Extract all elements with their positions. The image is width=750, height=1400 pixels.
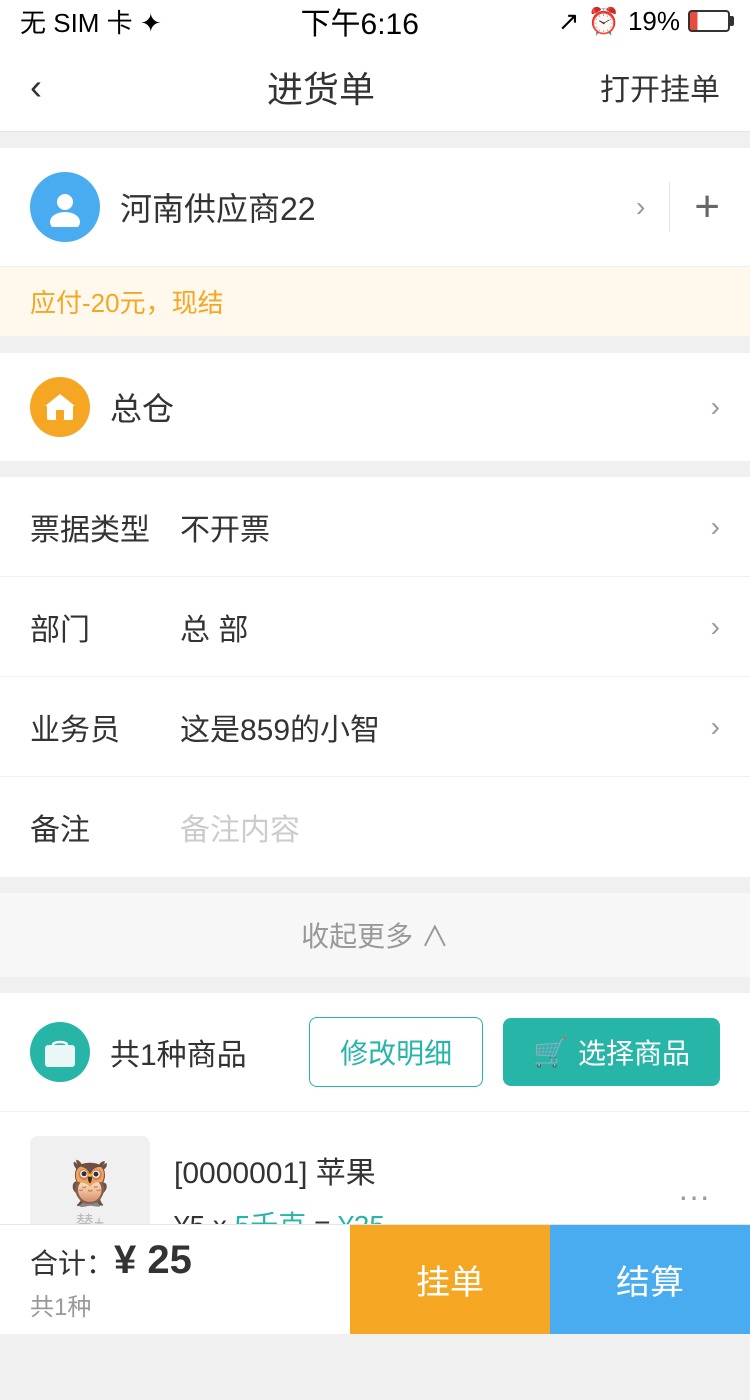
supplier-avatar — [30, 172, 100, 242]
supplier-name: 河南供应商22 — [120, 184, 636, 230]
product-count-label: 共1种商品 — [110, 1030, 309, 1074]
location-icon: ↗ — [558, 6, 580, 37]
status-right: ↗ ⏰ 19% — [558, 6, 730, 37]
salesperson-chevron-icon: › — [711, 711, 720, 743]
salesperson-value: 这是859的小智 — [180, 705, 711, 749]
salesperson-row[interactable]: 业务员 这是859的小智 › — [0, 677, 750, 777]
department-label: 部门 — [30, 605, 180, 649]
department-row[interactable]: 部门 总 部 › — [0, 577, 750, 677]
warehouse-name: 总仓 — [110, 384, 711, 430]
content: 河南供应商22 › + 应付-20元，现结 总仓 › 票据类型 不开票 › — [0, 148, 750, 1400]
total-amount: ¥ 25 — [114, 1238, 192, 1283]
ticket-type-label: 票据类型 — [30, 505, 180, 549]
modify-detail-button[interactable]: 修改明细 — [309, 1017, 483, 1087]
status-time: 下午6:16 — [301, 0, 419, 43]
alarm-icon: ⏰ — [588, 6, 620, 37]
checkout-button[interactable]: 结算 — [550, 1225, 750, 1334]
select-product-button[interactable]: 🛒 选择商品 — [503, 1018, 720, 1086]
select-product-label: 选择商品 — [578, 1032, 690, 1072]
bottom-bar: 合计： ¥ 25 共1种 挂单 结算 — [0, 1224, 750, 1334]
total-section: 合计： ¥ 25 共1种 — [0, 1225, 350, 1334]
remark-placeholder[interactable]: 备注内容 — [180, 805, 720, 849]
form-section: 票据类型 不开票 › 部门 总 部 › 业务员 这是859的小智 › 备注 备注… — [0, 477, 750, 877]
notice-bar: 应付-20元，现结 — [0, 267, 750, 337]
open-hang-button[interactable]: 打开挂单 — [600, 65, 720, 109]
product-icon — [30, 1022, 90, 1082]
total-label: 合计： — [30, 1242, 114, 1282]
warehouse-chevron-icon: › — [711, 391, 720, 423]
product-header: 共1种商品 修改明细 🛒 选择商品 — [0, 993, 750, 1112]
warehouse-section: 总仓 › — [0, 353, 750, 461]
supplier-row[interactable]: 河南供应商22 › + — [0, 148, 750, 267]
supplier-section: 河南供应商22 › + 应付-20元，现结 — [0, 148, 750, 337]
cart-icon: 🛒 — [533, 1036, 568, 1069]
hang-button[interactable]: 挂单 — [350, 1225, 550, 1334]
remark-label: 备注 — [30, 805, 180, 849]
ticket-type-chevron-icon: › — [711, 511, 720, 543]
more-options-button[interactable]: ··· — [668, 1168, 720, 1225]
back-button[interactable]: ‹ — [30, 66, 42, 108]
status-bar: 无 SIM 卡 ✦ 下午6:16 ↗ ⏰ 19% — [0, 0, 750, 42]
nav-title: 进货单 — [267, 61, 375, 113]
nav-bar: ‹ 进货单 打开挂单 — [0, 42, 750, 132]
department-chevron-icon: › — [711, 611, 720, 643]
ticket-type-row[interactable]: 票据类型 不开票 › — [0, 477, 750, 577]
supplier-chevron-icon: › — [636, 191, 645, 223]
product-name: [0000001] 苹果 — [174, 1148, 668, 1192]
ticket-type-value: 不开票 — [180, 505, 711, 549]
warehouse-row[interactable]: 总仓 › — [0, 353, 750, 461]
total-count: 共1种 — [30, 1287, 320, 1322]
status-left: 无 SIM 卡 ✦ — [20, 3, 162, 40]
battery-icon — [688, 10, 730, 32]
department-value: 总 部 — [180, 605, 711, 649]
add-supplier-button[interactable]: + — [694, 182, 720, 232]
divider — [669, 182, 670, 232]
warehouse-icon — [30, 377, 90, 437]
sim-status: 无 SIM 卡 ✦ — [20, 3, 162, 40]
battery-percent: 19% — [628, 6, 680, 37]
salesperson-label: 业务员 — [30, 705, 180, 749]
remark-row[interactable]: 备注 备注内容 — [0, 777, 750, 877]
collapse-bar[interactable]: 收起更多 ∧ — [0, 893, 750, 977]
